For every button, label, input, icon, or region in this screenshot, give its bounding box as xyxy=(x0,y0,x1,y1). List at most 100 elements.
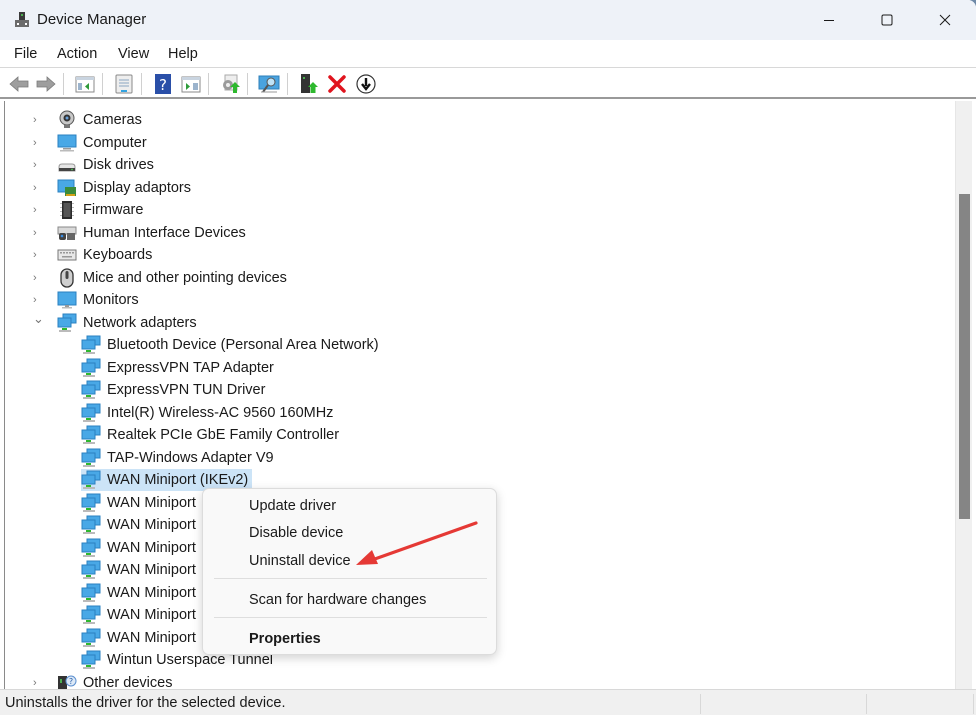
network-adapter-icon xyxy=(81,403,101,422)
menu-file[interactable]: File xyxy=(14,46,37,62)
context-menu-separator xyxy=(214,617,487,618)
tree-item[interactable]: Realtek PCIe GbE Family Controller xyxy=(81,424,339,446)
chevron-right-icon[interactable]: › xyxy=(33,295,43,306)
tree-category[interactable]: › Human Interface Devices xyxy=(33,222,246,244)
tree-item-label: Network adapters xyxy=(83,314,197,331)
disk-drive-icon xyxy=(57,155,77,175)
enable-device-icon[interactable] xyxy=(298,73,320,95)
tree-item[interactable]: ExpressVPN TUN Driver xyxy=(81,379,265,401)
chevron-right-icon[interactable]: › xyxy=(33,205,43,216)
ctx-scan-hardware[interactable]: Scan for hardware changes xyxy=(249,592,426,608)
tree-category[interactable]: ›? Other devices xyxy=(33,672,172,689)
keyboard-icon xyxy=(57,245,77,265)
tree-item[interactable]: WAN Miniport xyxy=(81,537,196,559)
tree-category[interactable]: › Firmware xyxy=(33,199,143,221)
network-adapter-icon xyxy=(81,335,101,354)
action-pane-icon[interactable] xyxy=(180,73,202,95)
tree-item-label: WAN Miniport xyxy=(107,539,196,556)
toolbar-separator xyxy=(141,73,142,95)
chevron-right-icon[interactable]: › xyxy=(33,272,43,283)
vertical-scrollbar[interactable] xyxy=(955,101,972,689)
chevron-right-icon[interactable]: › xyxy=(33,677,43,688)
chevron-right-icon[interactable]: › xyxy=(33,160,43,171)
tree-item[interactable]: WAN Miniport xyxy=(81,514,196,536)
toolbar-separator xyxy=(63,73,64,95)
properties-icon[interactable] xyxy=(113,73,135,95)
console-tree-icon[interactable] xyxy=(74,73,96,95)
toolbar-separator xyxy=(247,73,248,95)
tree-item[interactable]: WAN Miniport xyxy=(81,559,196,581)
tree-item[interactable]: Intel(R) Wireless-AC 9560 160MHz xyxy=(81,402,333,424)
menu-action[interactable]: Action xyxy=(57,46,97,62)
update-driver-icon[interactable] xyxy=(219,73,241,95)
tree-category[interactable]: › Mice and other pointing devices xyxy=(33,267,287,289)
tree-category[interactable]: › Computer xyxy=(33,132,147,154)
tree-item-label: ExpressVPN TAP Adapter xyxy=(107,359,274,376)
network-adapter-icon xyxy=(81,605,101,625)
minimize-button[interactable] xyxy=(800,0,858,40)
close-icon xyxy=(939,14,951,26)
tree-item-label: WAN Miniport xyxy=(107,607,196,623)
network-adapter-icon xyxy=(81,358,101,377)
toolbar-separator xyxy=(287,73,288,95)
tree-item-label: Keyboards xyxy=(83,247,153,263)
help-icon[interactable]: ? xyxy=(152,73,174,95)
tree-category[interactable]: › Keyboards xyxy=(33,244,153,266)
network-adapter-icon xyxy=(81,470,101,490)
tree-item-label: Bluetooth Device (Personal Area Network) xyxy=(107,337,379,353)
tree-item[interactable]: WAN Miniport xyxy=(81,582,196,604)
svg-text:?: ? xyxy=(69,677,73,686)
ctx-properties[interactable]: Properties xyxy=(249,631,321,647)
ctx-uninstall-device[interactable]: Uninstall device xyxy=(249,553,351,569)
status-separator xyxy=(700,694,701,714)
chevron-right-icon[interactable]: › xyxy=(33,137,43,148)
ctx-disable-device[interactable]: Disable device xyxy=(249,525,343,541)
tree-category[interactable]: ⌄ Network adapters xyxy=(33,312,197,334)
maximize-button[interactable] xyxy=(858,0,916,40)
tree-item[interactable]: WAN Miniport xyxy=(81,627,196,649)
tree-item[interactable]: Bluetooth Device (Personal Area Network) xyxy=(81,334,379,356)
disable-device-icon[interactable] xyxy=(355,73,377,95)
chevron-right-icon[interactable]: › xyxy=(33,227,43,238)
scrollbar-thumb[interactable] xyxy=(959,194,970,519)
other-devices-icon: ? xyxy=(57,673,77,689)
back-arrow-icon[interactable] xyxy=(8,73,30,95)
tree-item-label: TAP-Windows Adapter V9 xyxy=(107,449,274,466)
camera-icon xyxy=(57,110,77,130)
ctx-update-driver[interactable]: Update driver xyxy=(249,498,336,514)
network-adapter-icon xyxy=(81,583,101,602)
scan-hardware-icon[interactable] xyxy=(258,73,280,95)
tree-category[interactable]: › Cameras xyxy=(33,109,142,131)
chevron-right-icon[interactable]: › xyxy=(33,115,43,126)
tree-item-label: Disk drives xyxy=(83,157,154,173)
tree-item-label: Monitors xyxy=(83,292,139,308)
hid-icon xyxy=(57,223,77,243)
network-adapter-icon xyxy=(81,605,101,624)
computer-icon xyxy=(57,133,77,153)
tree-category[interactable]: › Display adaptors xyxy=(33,177,191,199)
menu-bar: File Action View Help xyxy=(0,40,976,68)
network-adapter-icon xyxy=(57,313,77,332)
chevron-down-icon[interactable]: ⌄ xyxy=(33,312,44,325)
tree-category[interactable]: › Monitors xyxy=(33,289,139,311)
toolbar-separator xyxy=(208,73,209,95)
tree-item[interactable]: WAN Miniport xyxy=(81,492,196,514)
menu-help[interactable]: Help xyxy=(168,46,198,62)
network-adapter-icon xyxy=(81,515,101,534)
tree-category[interactable]: › Disk drives xyxy=(33,154,154,176)
tree-item[interactable]: WAN Miniport xyxy=(81,604,196,626)
uninstall-x-icon[interactable] xyxy=(326,73,348,95)
context-menu-separator xyxy=(214,578,487,579)
chevron-right-icon[interactable]: › xyxy=(33,250,43,261)
device-manager-app-icon xyxy=(15,12,29,27)
forward-arrow-icon[interactable] xyxy=(35,73,57,95)
chevron-right-icon[interactable]: › xyxy=(33,182,43,193)
tree-item-label: Mice and other pointing devices xyxy=(83,269,287,286)
tree-item-label: WAN Miniport xyxy=(107,584,196,601)
menu-view[interactable]: View xyxy=(118,46,149,62)
close-button[interactable] xyxy=(916,0,974,40)
tree-item[interactable]: TAP-Windows Adapter V9 xyxy=(81,447,274,469)
tree-item[interactable]: ExpressVPN TAP Adapter xyxy=(81,357,274,379)
tree-item-label: WAN Miniport (IKEv2) xyxy=(107,472,249,488)
maximize-icon xyxy=(881,14,893,26)
